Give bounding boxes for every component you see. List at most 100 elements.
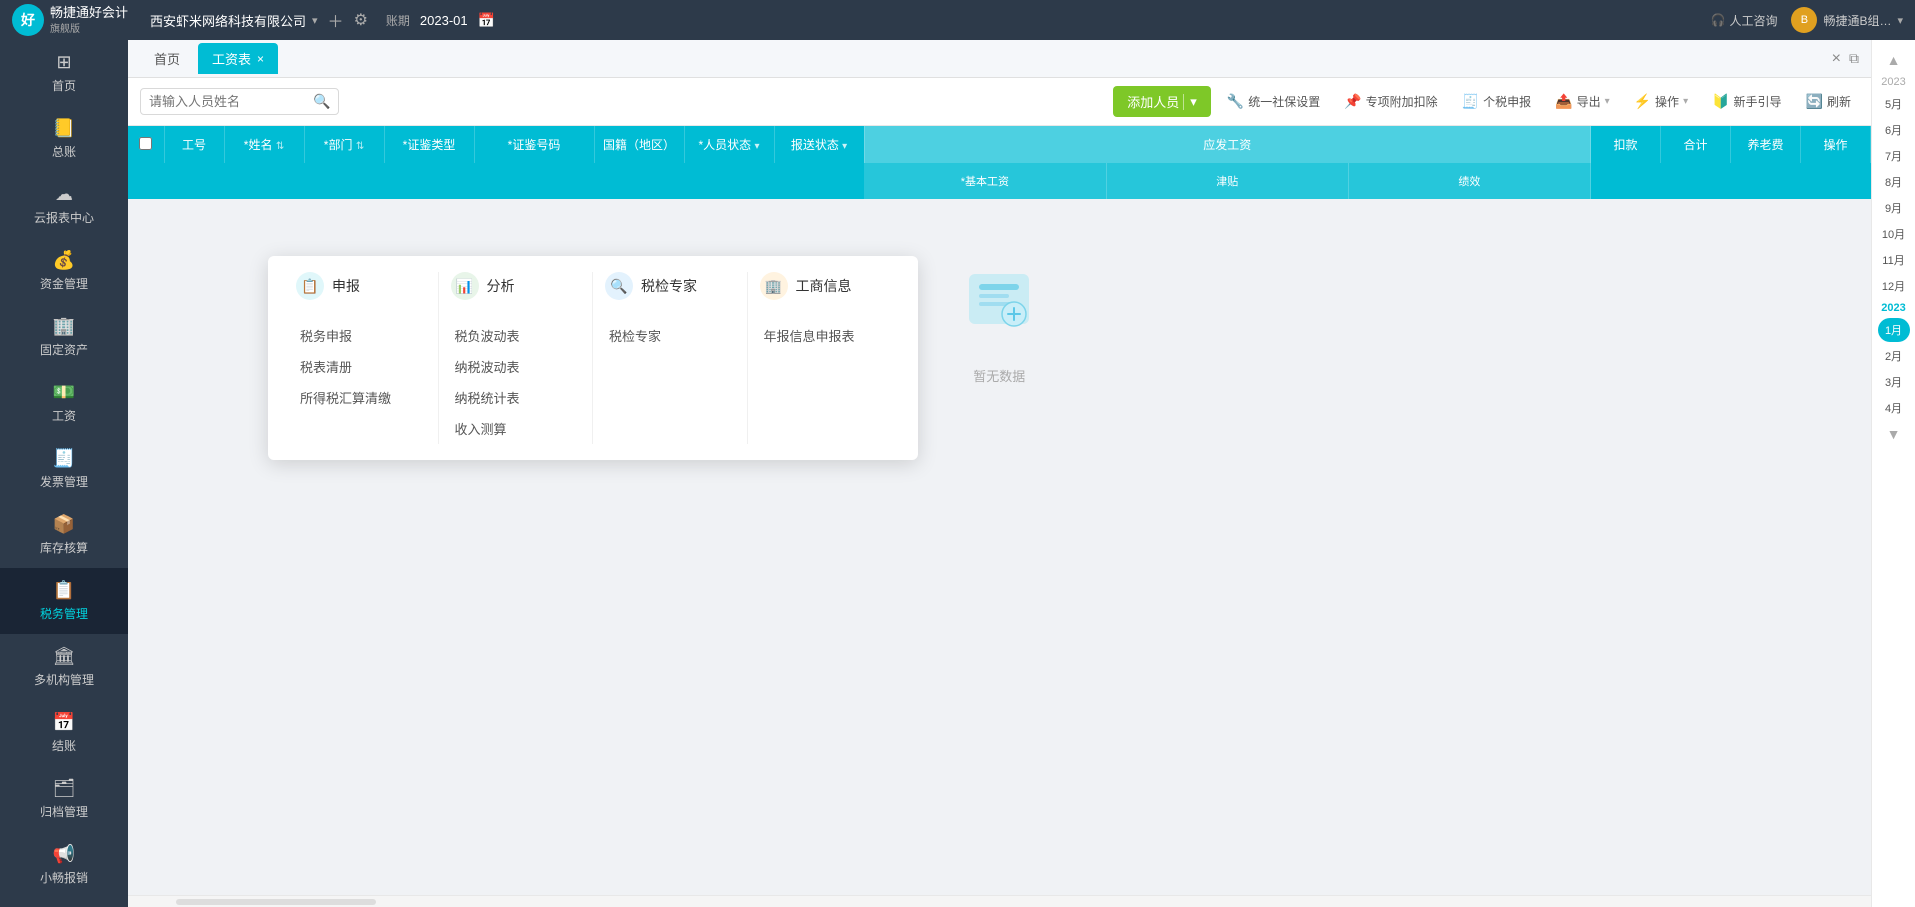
operations-button[interactable]: ⚡ 操作 ▾	[1626, 88, 1696, 115]
sidebar-item-archive[interactable]: 🗂 归档管理	[0, 766, 128, 832]
guide-button[interactable]: 🔰 新手引导	[1704, 88, 1789, 115]
month-item-3[interactable]: 3月	[1878, 370, 1910, 394]
horizontal-scrollbar[interactable]	[128, 895, 1871, 907]
sidebar-label-home: 首页	[52, 77, 76, 94]
tax-report-icon: 🧾	[1462, 93, 1479, 110]
company-selector[interactable]: 西安虾米网络科技有限公司 ▾	[150, 11, 318, 30]
window-close-button[interactable]: ×	[1832, 50, 1841, 68]
month-item-5[interactable]: 5月	[1878, 92, 1910, 116]
calendar-icon[interactable]: 📅	[478, 12, 495, 29]
sidebar-item-invoice[interactable]: 🧾 发票管理	[0, 436, 128, 502]
refresh-label: 刷新	[1827, 93, 1851, 110]
tab-wage-table[interactable]: 工资表 ×	[198, 43, 278, 74]
th-send-status: 报送状态 ▾	[774, 126, 864, 163]
social-security-button[interactable]: 🔧 统一社保设置	[1219, 88, 1328, 115]
month-item-1[interactable]: 1月	[1878, 318, 1910, 342]
sidebar-item-inventory[interactable]: 📦 库存核算	[0, 502, 128, 568]
archive-icon: 🗂	[53, 778, 76, 799]
export-label: 导出	[1577, 93, 1601, 110]
dropdown-header-fenxi: 📊 分析	[451, 272, 581, 308]
window-restore-button[interactable]: ⧉	[1849, 50, 1859, 67]
th-checkbox[interactable]	[128, 126, 164, 163]
curr-year-label: 2023	[1881, 302, 1905, 314]
month-item-4[interactable]: 4月	[1878, 396, 1910, 420]
dropdown-item-tax-check-expert[interactable]: 税检专家	[605, 320, 735, 351]
special-deduct-button[interactable]: 📌 专项附加扣除	[1336, 88, 1445, 115]
panel-up-arrow[interactable]: ▲	[1883, 48, 1905, 72]
dropdown-item-annual-report[interactable]: 年报信息申报表	[760, 320, 891, 351]
month-item-12[interactable]: 12月	[1878, 274, 1910, 298]
sidebar-label-multi-org: 多机构管理	[34, 671, 94, 688]
dropdown-item-income-calc[interactable]: 收入测算	[451, 413, 581, 444]
close-period-icon: 📅	[53, 712, 75, 733]
prev-year-label: 2023	[1881, 76, 1905, 88]
month-item-11[interactable]: 11月	[1878, 248, 1910, 272]
sidebar-label-tax: 税务管理	[40, 605, 88, 622]
ledger-icon: 📒	[53, 118, 75, 139]
add-company-button[interactable]: ＋	[328, 8, 344, 32]
sidebar-label-wage: 工资	[52, 407, 76, 424]
tax-icon: 📋	[53, 580, 75, 601]
month-item-8[interactable]: 8月	[1878, 170, 1910, 194]
sidebar-item-funds[interactable]: 💰 资金管理	[0, 238, 128, 304]
month-item-6[interactable]: 6月	[1878, 118, 1910, 142]
th-basic-wage: *基本工资	[864, 163, 1106, 199]
dropdown-item-tax-table[interactable]: 税表清册	[296, 351, 426, 382]
name-sort-icon[interactable]: ⇅	[276, 141, 284, 152]
bizinfo-icon: 🏢	[760, 272, 788, 300]
sidebar-label-funds: 资金管理	[40, 275, 88, 292]
sidebar-item-home[interactable]: ⊞ 首页	[0, 40, 128, 106]
sidebar-item-tax[interactable]: 📋 税务管理	[0, 568, 128, 634]
search-input[interactable]	[149, 94, 309, 109]
chevron-down-icon: ▾	[312, 14, 318, 27]
dept-sort-icon[interactable]: ⇅	[356, 141, 364, 152]
select-all-checkbox[interactable]	[139, 137, 152, 150]
dropdown-item-tax-payment[interactable]: 纳税波动表	[451, 351, 581, 382]
empty-text: 暂无数据	[973, 366, 1025, 385]
right-panel: ▲ 2023 5月 6月 7月 8月 9月 10月 11月 12月 2023 1…	[1871, 40, 1915, 907]
wage-icon: 💵	[53, 382, 75, 403]
tax-report-button[interactable]: 🧾 个税申报	[1454, 88, 1539, 115]
dropdown-item-income-tax[interactable]: 所得税汇算清缴	[296, 382, 426, 413]
dropdown-col-fenxi: 📊 分析 税负波动表 纳税波动表 纳税统计表 收入测算	[439, 272, 594, 444]
refresh-button[interactable]: 🔄 刷新	[1798, 88, 1859, 115]
sidebar-item-settings[interactable]: ⚙ 基础设置	[0, 898, 128, 907]
user-name: 畅捷通B组…	[1823, 12, 1891, 29]
add-person-chevron-icon: ▾	[1183, 94, 1197, 110]
sidebar-item-cloud[interactable]: ☁ 云报表中心	[0, 172, 128, 238]
panel-down-arrow[interactable]: ▼	[1883, 422, 1905, 446]
assets-icon: 🏢	[53, 316, 75, 337]
company-settings-icon[interactable]: ⚙	[354, 10, 368, 30]
tab-home[interactable]: 首页	[140, 43, 194, 74]
export-button[interactable]: 📤 导出 ▾	[1547, 88, 1617, 115]
toolbar: 🔍 添加人员 ▾ 🔧 统一社保设置 📌 专项附加扣除 🧾 个税申报 📤 导出	[128, 78, 1871, 126]
period-label: 账期	[386, 12, 410, 29]
month-item-2[interactable]: 2月	[1878, 344, 1910, 368]
month-item-7[interactable]: 7月	[1878, 144, 1910, 168]
sidebar-label-archive: 归档管理	[40, 803, 88, 820]
dropdown-item-tax-stat[interactable]: 纳税统计表	[451, 382, 581, 413]
add-person-button[interactable]: 添加人员 ▾	[1113, 86, 1211, 117]
send-status-filter-icon[interactable]: ▾	[842, 141, 847, 152]
dropdown-item-tax-declare[interactable]: 税务申报	[296, 320, 426, 351]
month-item-9[interactable]: 9月	[1878, 196, 1910, 220]
tab-close-icon[interactable]: ×	[257, 52, 264, 66]
taxcheck-title: 税检专家	[641, 276, 697, 296]
sidebar-item-ledger[interactable]: 📒 总账	[0, 106, 128, 172]
sidebar-item-wage[interactable]: 💵 工资	[0, 370, 128, 436]
operations-label: 操作	[1655, 93, 1679, 110]
sidebar-label-ledger: 总账	[52, 143, 76, 160]
sidebar-label-promo: 小畅报销	[40, 869, 88, 886]
sidebar-item-assets[interactable]: 🏢 固定资产	[0, 304, 128, 370]
sidebar-item-close[interactable]: 📅 结账	[0, 700, 128, 766]
month-item-10[interactable]: 10月	[1878, 222, 1910, 246]
user-info[interactable]: B 畅捷通B组… ▾	[1791, 7, 1903, 33]
cloud-icon: ☁	[55, 184, 73, 205]
dropdown-item-tax-wave[interactable]: 税负波动表	[451, 320, 581, 351]
sidebar-item-multi-org[interactable]: 🏛 多机构管理	[0, 634, 128, 700]
status-filter-icon[interactable]: ▾	[754, 141, 759, 152]
sidebar-item-promo[interactable]: 📢 小畅报销	[0, 832, 128, 898]
dropdown-col-taxcheck: 🔍 税检专家 税检专家	[593, 272, 748, 444]
support-button[interactable]: 🎧 人工咨询	[1710, 12, 1777, 29]
inventory-icon: 📦	[53, 514, 75, 535]
